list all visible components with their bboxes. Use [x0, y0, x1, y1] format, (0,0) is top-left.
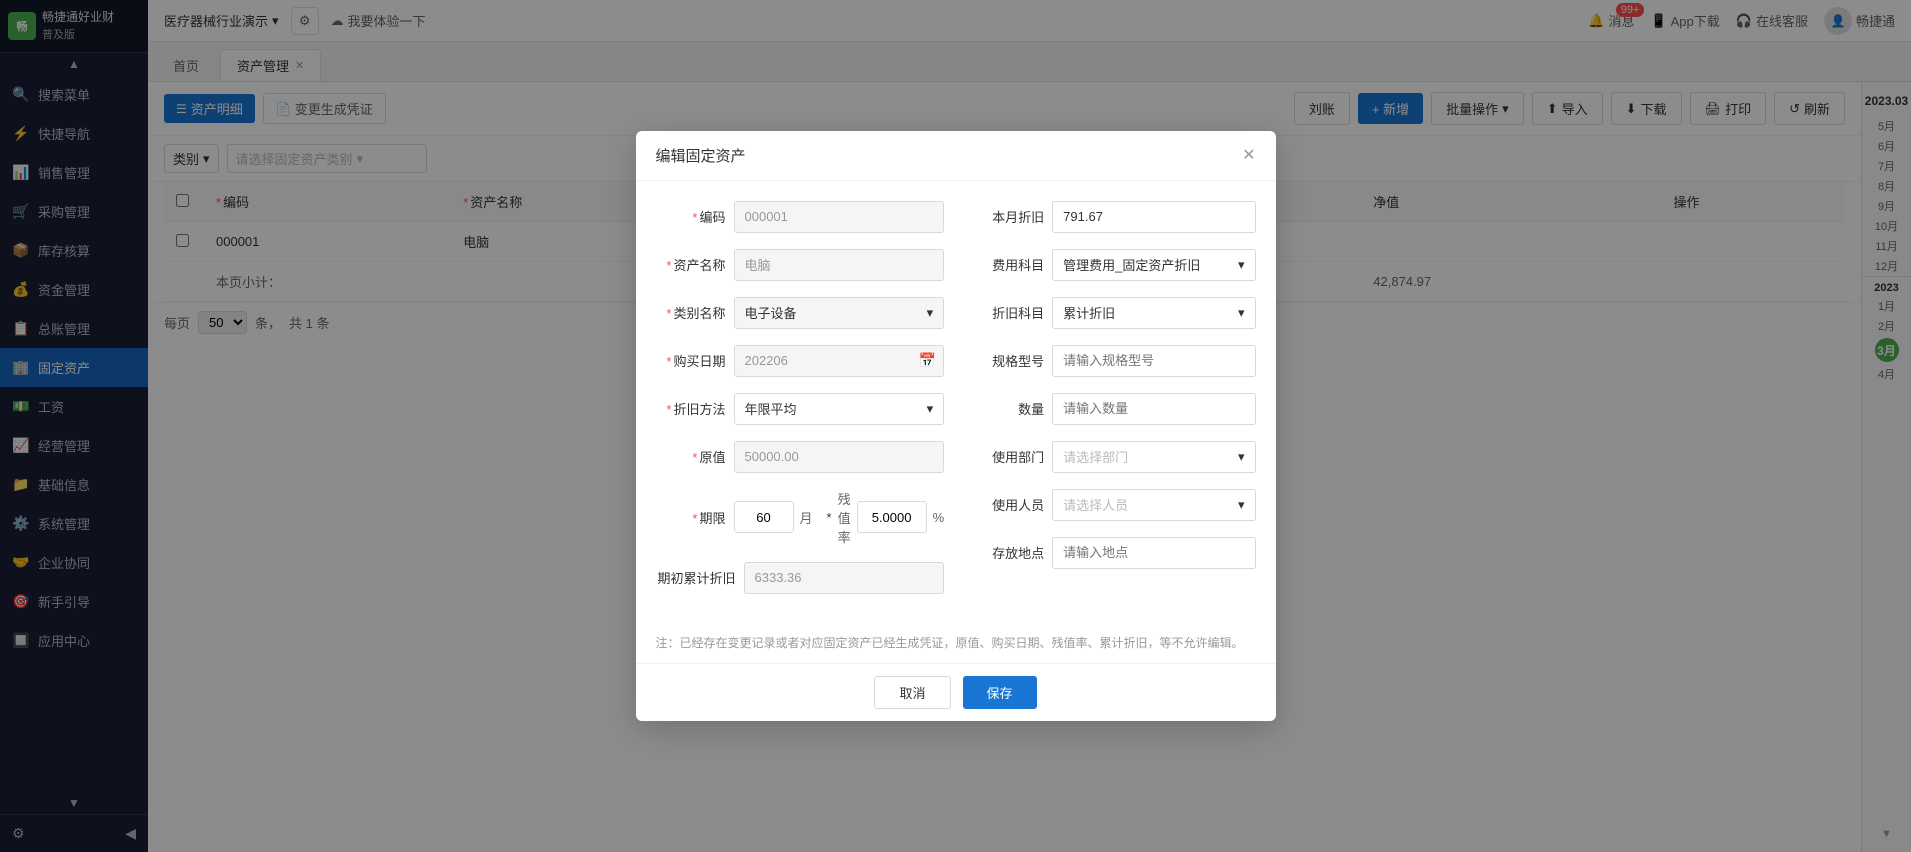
period-row: 月 * 残值率 %: [734, 489, 945, 546]
quantity-input[interactable]: [1052, 393, 1255, 425]
model-input[interactable]: [1052, 345, 1255, 377]
department-placeholder: 请选择部门: [1063, 447, 1128, 466]
depreciation-account-value: 累计折旧: [1063, 303, 1115, 322]
form-group-location: 存放地点: [974, 537, 1255, 569]
residual-rate-label: 残值率: [838, 489, 851, 546]
location-input[interactable]: [1052, 537, 1255, 569]
cancel-button[interactable]: 取消: [874, 676, 950, 709]
depreciation-method-value: 年限平均: [745, 399, 797, 418]
form-group-depreciation-account: 折旧科目 累计折旧 ▾: [974, 297, 1255, 329]
user-chevron: ▾: [1238, 497, 1245, 513]
form-group-category-name: *类别名称 电子设备 ▾: [656, 297, 945, 329]
calendar-icon: 📅: [919, 352, 936, 369]
modal-right-col: 本月折旧 费用科目 管理费用_固定资产折旧 ▾ 折旧科目 累计折旧: [974, 201, 1255, 610]
depreciation-account-select[interactable]: 累计折旧 ▾: [1052, 297, 1255, 329]
form-group-model: 规格型号: [974, 345, 1255, 377]
period-label: *期限: [656, 508, 726, 527]
form-group-asset-name: *资产名称: [656, 249, 945, 281]
form-group-expense-account: 费用科目 管理费用_固定资产折旧 ▾: [974, 249, 1255, 281]
edit-asset-modal: 编辑固定资产 ✕ *编码 *资产名称 *类别名称: [636, 131, 1276, 721]
expense-account-value: 管理费用_固定资产折旧: [1063, 255, 1200, 274]
model-label: 规格型号: [974, 351, 1044, 370]
location-label: 存放地点: [974, 543, 1044, 562]
percent-unit: %: [933, 510, 945, 525]
save-button[interactable]: 保存: [963, 676, 1037, 709]
depreciation-account-chevron: ▾: [1238, 305, 1245, 321]
modal-overlay: 编辑固定资产 ✕ *编码 *资产名称 *类别名称: [0, 0, 1911, 852]
monthly-depreciation-label: 本月折旧: [974, 207, 1044, 226]
modal-close-button[interactable]: ✕: [1242, 145, 1255, 165]
form-group-quantity: 数量: [974, 393, 1255, 425]
residual-rate-req: *: [827, 510, 832, 525]
quantity-label: 数量: [974, 399, 1044, 418]
category-name-label: *类别名称: [656, 303, 726, 322]
code-input: [734, 201, 945, 233]
asset-name-label: *资产名称: [656, 255, 726, 274]
modal-title: 编辑固定资产: [656, 145, 746, 166]
department-chevron: ▾: [1238, 449, 1245, 465]
form-group-initial-depreciation: 期初累计折旧: [656, 562, 945, 594]
user-placeholder: 请选择人员: [1063, 495, 1128, 514]
depreciation-method-chevron: ▾: [927, 401, 934, 417]
category-name-value: 电子设备: [745, 303, 797, 322]
residual-rate-input: [857, 501, 927, 533]
expense-account-select[interactable]: 管理费用_固定资产折旧 ▾: [1052, 249, 1255, 281]
initial-depreciation-input: [744, 562, 945, 594]
department-select[interactable]: 请选择部门 ▾: [1052, 441, 1255, 473]
modal-body: *编码 *资产名称 *类别名称 电子设备 ▾: [636, 181, 1276, 630]
expense-account-chevron: ▾: [1238, 257, 1245, 273]
user-label: 使用人员: [974, 495, 1044, 514]
form-group-department: 使用部门 请选择部门 ▾: [974, 441, 1255, 473]
period-input: [734, 501, 794, 533]
purchase-date-wrapper: 📅: [734, 345, 945, 377]
category-name-select: 电子设备 ▾: [734, 297, 945, 329]
purchase-date-label: *购买日期: [656, 351, 726, 370]
form-group-depreciation-method: *折旧方法 年限平均 ▾: [656, 393, 945, 425]
expense-account-label: 费用科目: [974, 255, 1044, 274]
depreciation-method-select[interactable]: 年限平均 ▾: [734, 393, 945, 425]
form-group-code: *编码: [656, 201, 945, 233]
form-group-purchase-date: *购买日期 📅: [656, 345, 945, 377]
depreciation-account-label: 折旧科目: [974, 303, 1044, 322]
depreciation-method-label: *折旧方法: [656, 399, 726, 418]
asset-name-input: [734, 249, 945, 281]
original-value-input: [734, 441, 945, 473]
month-unit: 月: [800, 508, 813, 527]
modal-note: 注：已经存在变更记录或者对应固定资产已经生成凭证，原值、购买日期、残值率、累计折…: [636, 630, 1276, 663]
purchase-date-input: [734, 345, 945, 377]
modal-header: 编辑固定资产 ✕: [636, 131, 1276, 181]
form-group-monthly-depreciation: 本月折旧: [974, 201, 1255, 233]
code-label: *编码: [656, 207, 726, 226]
modal-left-col: *编码 *资产名称 *类别名称 电子设备 ▾: [656, 201, 945, 610]
modal-footer: 取消 保存: [636, 663, 1276, 721]
initial-depreciation-label: 期初累计折旧: [656, 568, 736, 587]
form-group-period: *期限 月 * 残值率 %: [656, 489, 945, 546]
category-name-chevron: ▾: [927, 305, 934, 321]
user-select[interactable]: 请选择人员 ▾: [1052, 489, 1255, 521]
original-value-label: *原值: [656, 447, 726, 466]
form-group-user: 使用人员 请选择人员 ▾: [974, 489, 1255, 521]
department-label: 使用部门: [974, 447, 1044, 466]
monthly-depreciation-input[interactable]: [1052, 201, 1255, 233]
form-group-original-value: *原值: [656, 441, 945, 473]
